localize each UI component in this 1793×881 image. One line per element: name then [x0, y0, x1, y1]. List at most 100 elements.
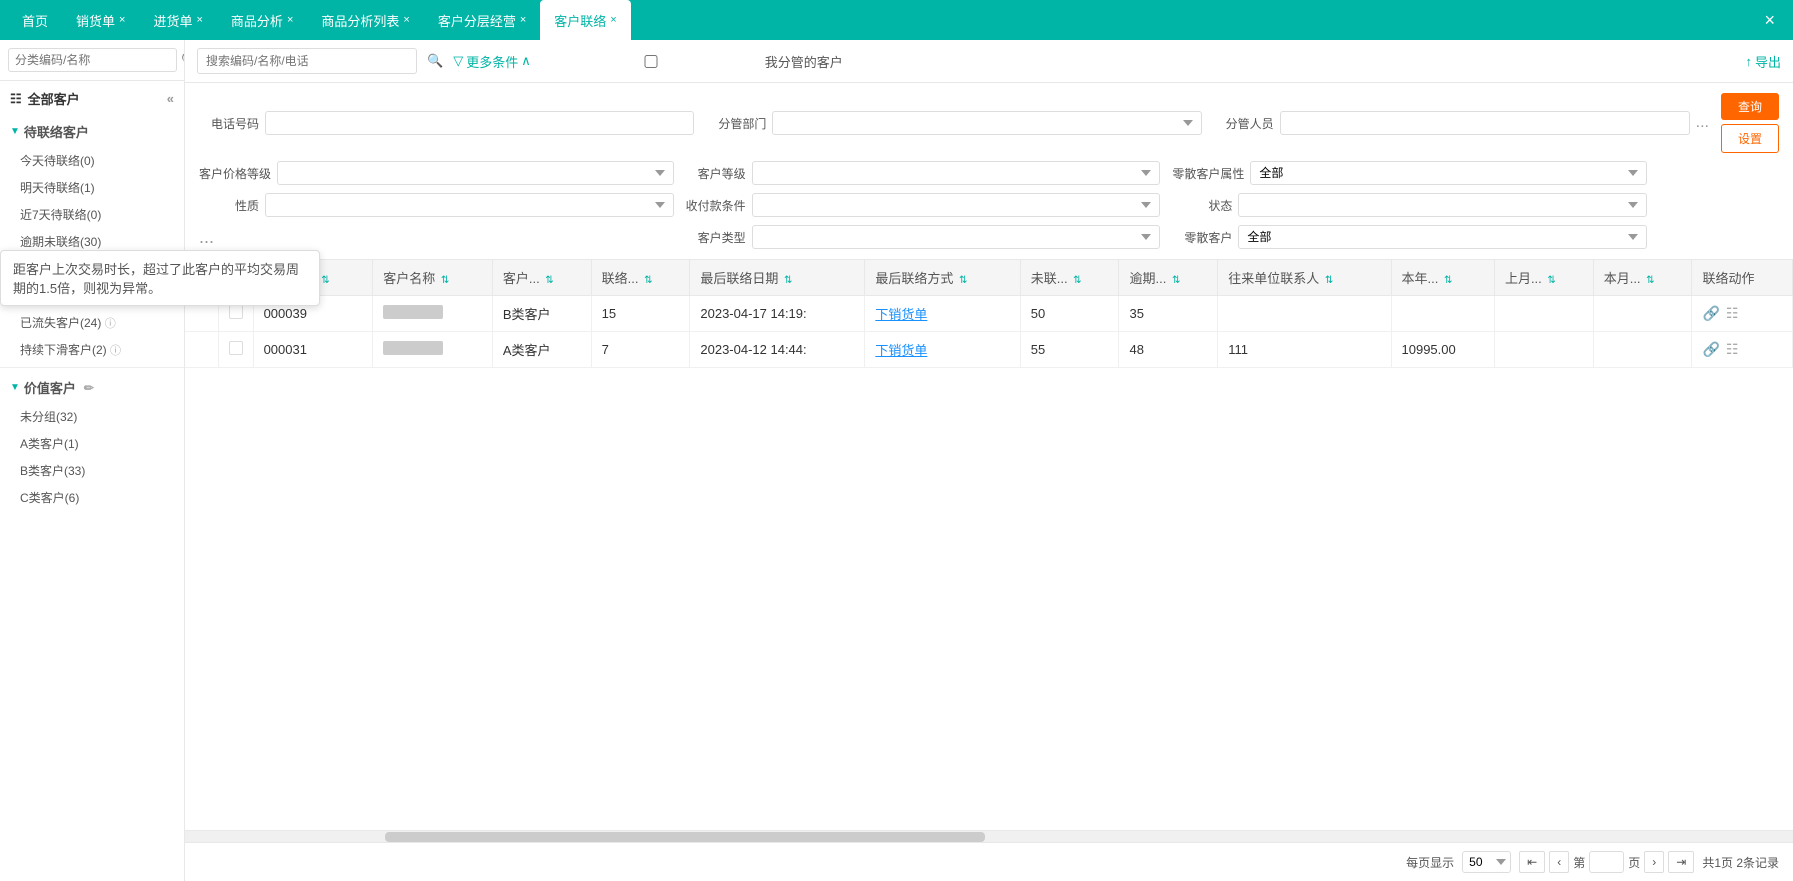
filter-input-phone[interactable] — [265, 111, 694, 135]
page-last-btn[interactable]: ⇥ — [1668, 851, 1694, 873]
sidebar-item-today[interactable]: 今天待联络(0) — [0, 147, 184, 174]
filter-select-retail-customer[interactable]: 全部 — [1238, 225, 1647, 249]
nav-item-product-list[interactable]: 商品分析列表 × — [307, 0, 423, 40]
page-prev-btn[interactable]: ‹ — [1549, 851, 1569, 873]
filter-label-payment: 收付款条件 — [686, 197, 746, 214]
sort-method-icon[interactable]: ⇅ — [959, 275, 967, 286]
sidebar-group-value[interactable]: ▼ 价值客户 ✏ — [0, 372, 184, 403]
sort-this-month-icon[interactable]: ⇅ — [1646, 275, 1654, 286]
td-settings-2 — [185, 332, 218, 368]
sidebar-search-input[interactable] — [8, 48, 177, 72]
nav-item-purchase[interactable]: 进货单 × — [139, 0, 216, 40]
nav-item-product-analysis[interactable]: 商品分析 × — [217, 0, 307, 40]
sidebar-group-pending[interactable]: ▼ 待联络客户 — [0, 116, 184, 147]
filter-field-customer-level: 客户等级 — [686, 161, 1161, 185]
sort-overdue-icon[interactable]: ⇅ — [1172, 275, 1180, 286]
sidebar-item-class-a[interactable]: A类客户(1) — [0, 430, 184, 457]
contact-method-link-2[interactable]: 下销货单 — [875, 343, 927, 358]
window-close-icon[interactable]: × — [1754, 10, 1785, 31]
filter-field-nature: 性质 — [199, 193, 674, 217]
horizontal-scroll-thumb[interactable] — [385, 832, 985, 842]
td-overdue-1: 35 — [1119, 296, 1218, 332]
nav-close-product-list[interactable]: × — [403, 14, 409, 26]
nav-item-customer-segment[interactable]: 客户分层经营 × — [424, 0, 540, 40]
action-link-icon-1[interactable]: 🔗 — [1702, 305, 1719, 322]
sort-uncontacted-icon[interactable]: ⇅ — [1073, 275, 1081, 286]
filter-select-price-level[interactable] — [277, 161, 674, 185]
horizontal-scrollbar[interactable] — [185, 830, 1793, 842]
filter-label-nature: 性质 — [199, 197, 259, 214]
action-link-icon-2[interactable]: 🔗 — [1702, 341, 1719, 358]
query-button[interactable]: 查询 — [1721, 93, 1779, 120]
page-number-input[interactable]: 1 — [1589, 851, 1624, 873]
filter-field-phone: 电话号码 — [199, 111, 694, 135]
action-grid-icon-1[interactable]: ☷ — [1726, 305, 1739, 322]
sort-person-icon[interactable]: ⇅ — [1325, 275, 1333, 286]
table-header-row: ⚙ 客户编码 ⇅ 客户名称 ⇅ 客户... ⇅ 联络... ⇅ 最后联络日期 ⇅… — [185, 260, 1793, 296]
filter-bar-right: ↑ 导出 — [1745, 52, 1781, 71]
sidebar-all-customers-header[interactable]: ☷ 全部客户 « — [0, 81, 184, 116]
filter-field-payment: 收付款条件 — [686, 193, 1161, 217]
filter-select-retail-attr[interactable]: 全部 — [1250, 161, 1647, 185]
my-customers-checkbox-label[interactable]: 我分管的客户 — [541, 52, 843, 71]
filter-select-customer-level[interactable] — [752, 161, 1161, 185]
more-filter-ellipsis[interactable]: ... — [199, 227, 214, 248]
sort-code-icon[interactable]: ⇅ — [321, 275, 329, 286]
action-grid-icon-2[interactable]: ☷ — [1726, 341, 1739, 358]
table-container: ⚙ 客户编码 ⇅ 客户名称 ⇅ 客户... ⇅ 联络... ⇅ 最后联络日期 ⇅… — [185, 260, 1793, 830]
filter-select-dept[interactable] — [772, 111, 1201, 135]
main-search-input[interactable] — [197, 48, 417, 74]
settings-button[interactable]: 设置 — [1721, 124, 1779, 153]
sidebar-item-tomorrow[interactable]: 明天待联络(1) — [0, 174, 184, 201]
filter-select-customer-type[interactable] — [752, 225, 1161, 249]
contact-method-link-1[interactable]: 下销货单 — [875, 307, 927, 322]
tooltip-box: 距客户上次交易时长，超过了此客户的平均交易周期的1.5倍，则视为异常。 — [0, 250, 320, 306]
edit-icon[interactable]: ✏ — [84, 381, 94, 395]
customer-name-blur-1 — [383, 305, 443, 319]
filter-field-dept: 分管部门 — [706, 111, 1201, 135]
sidebar-item-class-b[interactable]: B类客户(33) — [0, 457, 184, 484]
filter-field-price-level: 客户价格等级 — [199, 161, 674, 185]
filter-label-customer-type: 客户类型 — [686, 229, 746, 246]
nav-item-customer-contact[interactable]: 客户联络 × — [540, 0, 630, 40]
sort-year-icon[interactable]: ⇅ — [1444, 275, 1452, 286]
sort-date-icon[interactable]: ⇅ — [784, 275, 792, 286]
filter-select-status[interactable] — [1238, 193, 1647, 217]
more-conditions-btn[interactable]: ▽ 更多条件 ∧ — [453, 52, 531, 71]
sort-name-icon[interactable]: ⇅ — [441, 275, 449, 286]
filter-select-payment[interactable] — [752, 193, 1161, 217]
td-date-1: 2023-04-17 14:19: — [690, 296, 865, 332]
sidebar-item-ungrouped[interactable]: 未分组(32) — [0, 403, 184, 430]
filter-ellipsis-manager[interactable]: ... — [1696, 114, 1709, 132]
sidebar-item-class-c[interactable]: C类客户(6) — [0, 484, 184, 511]
nav-item-home[interactable]: 首页 — [8, 0, 62, 40]
main-search-icon[interactable]: 🔍 — [427, 53, 443, 69]
page-next-btn[interactable]: › — [1644, 851, 1664, 873]
filter-field-customer-type: 客户类型 — [686, 225, 1161, 249]
filter-select-nature[interactable] — [265, 193, 674, 217]
page-first-btn[interactable]: ⇤ — [1519, 851, 1545, 873]
nav-close-customer-segment[interactable]: × — [520, 14, 526, 26]
nav-close-product-analysis[interactable]: × — [287, 14, 293, 26]
filter-label-retail-customer: 零散客户 — [1172, 229, 1232, 246]
my-customers-checkbox[interactable] — [541, 55, 761, 68]
sidebar-collapse-btn[interactable]: « — [167, 91, 174, 106]
sidebar-item-lost[interactable]: 已流失客户(24) ⓘ — [0, 309, 184, 336]
sort-last-month-icon[interactable]: ⇅ — [1547, 275, 1555, 286]
sidebar-item-declining[interactable]: 持续下滑客户(2) ⓘ — [0, 336, 184, 363]
page-size-select[interactable]: 50 20 100 — [1462, 851, 1511, 873]
th-overdue: 逾期... ⇅ — [1119, 260, 1218, 296]
sort-contact-icon[interactable]: ⇅ — [644, 275, 652, 286]
sort-type-icon[interactable]: ⇅ — [545, 275, 553, 286]
export-btn[interactable]: ↑ 导出 — [1745, 52, 1781, 71]
nav-close-customer-contact[interactable]: × — [610, 14, 616, 26]
th-action: 联络动作 — [1692, 260, 1793, 296]
td-action-2: 🔗 ☷ — [1692, 332, 1793, 368]
nav-close-purchase[interactable]: × — [196, 14, 202, 26]
filter-input-manager[interactable] — [1280, 111, 1690, 135]
row-checkbox-2[interactable] — [229, 341, 243, 355]
sidebar-item-7days[interactable]: 近7天待联络(0) — [0, 201, 184, 228]
row-checkbox-1[interactable] — [229, 305, 243, 319]
nav-close-sales[interactable]: × — [119, 14, 125, 26]
nav-item-sales[interactable]: 销货单 × — [62, 0, 139, 40]
